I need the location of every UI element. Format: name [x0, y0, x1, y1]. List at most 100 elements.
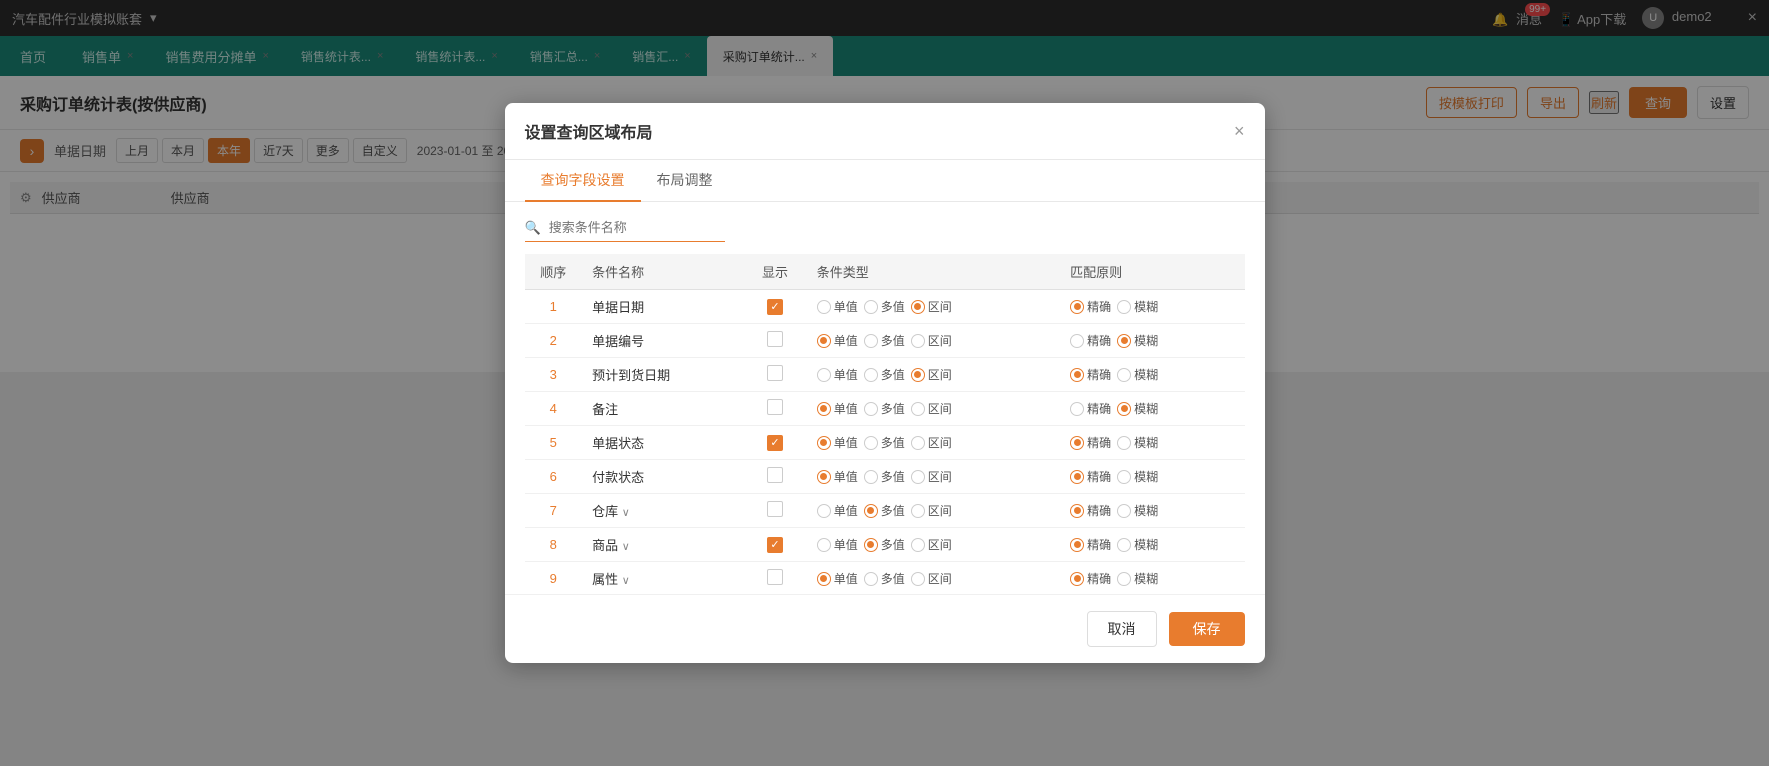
type-radio-item[interactable]: 区间 — [911, 536, 952, 553]
type-radio-item[interactable]: 单值 — [817, 434, 858, 451]
type-radio-item[interactable]: 区间 — [911, 298, 952, 315]
condition-search-box: 🔍 — [525, 218, 725, 242]
row-display-cell — [743, 494, 806, 528]
dialog-close-btn[interactable]: × — [1234, 121, 1245, 142]
table-row: 6付款状态单值多值区间精确模糊 — [525, 460, 1245, 494]
type-radio-item[interactable]: 多值 — [864, 434, 905, 451]
table-row: 1单据日期单值多值区间精确模糊 — [525, 290, 1245, 324]
match-radio-item[interactable]: 精确 — [1070, 468, 1111, 485]
type-radio-item[interactable]: 单值 — [817, 332, 858, 349]
match-radio-item[interactable]: 精确 — [1070, 332, 1111, 349]
radio-circle — [817, 436, 831, 450]
match-radio-item[interactable]: 精确 — [1070, 502, 1111, 519]
match-radio-item[interactable]: 精确 — [1070, 366, 1111, 383]
type-radio-item[interactable]: 单值 — [817, 400, 858, 417]
row-name: 备注 — [582, 392, 743, 426]
type-radio-item[interactable]: 单值 — [817, 298, 858, 315]
type-radio-item[interactable]: 多值 — [864, 570, 905, 587]
row-match-cell: 精确模糊 — [1060, 290, 1244, 324]
type-radio-item[interactable]: 多值 — [864, 332, 905, 349]
th-order: 顺序 — [525, 254, 583, 290]
type-radio-item[interactable]: 单值 — [817, 366, 858, 383]
cancel-btn[interactable]: 取消 — [1087, 611, 1157, 647]
match-radio-item[interactable]: 模糊 — [1117, 298, 1158, 315]
row-name: 单据状态 — [582, 426, 743, 460]
save-btn[interactable]: 保存 — [1169, 612, 1245, 646]
row-name: 属性 ∨ — [582, 562, 743, 595]
type-radio-item[interactable]: 区间 — [911, 332, 952, 349]
type-radio-item[interactable]: 多值 — [864, 366, 905, 383]
match-radio-item[interactable]: 精确 — [1070, 400, 1111, 417]
type-radio-group: 单值多值区间 — [817, 502, 1050, 519]
radio-circle — [817, 300, 831, 314]
match-radio-item[interactable]: 模糊 — [1117, 332, 1158, 349]
table-row: 5单据状态单值多值区间精确模糊 — [525, 426, 1245, 460]
match-radio-item[interactable]: 模糊 — [1117, 366, 1158, 383]
table-row: 2单据编号单值多值区间精确模糊 — [525, 324, 1245, 358]
row-name: 单据日期 — [582, 290, 743, 324]
type-radio-item[interactable]: 区间 — [911, 400, 952, 417]
display-checkbox[interactable] — [767, 399, 783, 415]
match-radio-item[interactable]: 模糊 — [1117, 502, 1158, 519]
type-radio-item[interactable]: 多值 — [864, 468, 905, 485]
display-checkbox[interactable] — [767, 467, 783, 483]
type-radio-group: 单值多值区间 — [817, 434, 1050, 451]
row-name: 付款状态 — [582, 460, 743, 494]
row-type-cell: 单值多值区间 — [807, 290, 1060, 324]
dialog-tab-layout-adjust[interactable]: 布局调整 — [641, 160, 729, 202]
match-radio-item[interactable]: 模糊 — [1117, 570, 1158, 587]
display-checkbox[interactable] — [767, 331, 783, 347]
row-order: 6 — [525, 460, 583, 494]
type-radio-item[interactable]: 区间 — [911, 434, 952, 451]
type-radio-item[interactable]: 区间 — [911, 502, 952, 519]
row-type-cell: 单值多值区间 — [807, 460, 1060, 494]
display-checkbox[interactable] — [767, 501, 783, 517]
display-checkbox[interactable] — [767, 569, 783, 585]
type-radio-group: 单值多值区间 — [817, 536, 1050, 553]
type-radio-item[interactable]: 单值 — [817, 468, 858, 485]
row-type-cell: 单值多值区间 — [807, 324, 1060, 358]
match-radio-item[interactable]: 模糊 — [1117, 468, 1158, 485]
type-radio-item[interactable]: 多值 — [864, 400, 905, 417]
type-radio-group: 单值多值区间 — [817, 570, 1050, 587]
type-radio-item[interactable]: 多值 — [864, 298, 905, 315]
type-radio-item[interactable]: 区间 — [911, 366, 952, 383]
radio-circle — [1117, 368, 1131, 382]
radio-circle — [1070, 572, 1084, 586]
match-radio-item[interactable]: 模糊 — [1117, 434, 1158, 451]
type-radio-item[interactable]: 单值 — [817, 502, 858, 519]
dialog-tab-field-settings[interactable]: 查询字段设置 — [525, 160, 641, 202]
type-radio-item[interactable]: 区间 — [911, 570, 952, 587]
row-display-cell — [743, 324, 806, 358]
dialog-footer: 取消 保存 — [505, 594, 1265, 663]
radio-circle — [1070, 368, 1084, 382]
radio-circle — [864, 436, 878, 450]
type-radio-item[interactable]: 单值 — [817, 570, 858, 587]
type-radio-item[interactable]: 多值 — [864, 536, 905, 553]
dropdown-arrow: ∨ — [622, 541, 630, 553]
row-type-cell: 单值多值区间 — [807, 494, 1060, 528]
display-checkbox[interactable] — [767, 435, 783, 451]
table-row: 9属性 ∨单值多值区间精确模糊 — [525, 562, 1245, 595]
match-radio-group: 精确模糊 — [1070, 366, 1234, 383]
match-radio-item[interactable]: 模糊 — [1117, 536, 1158, 553]
condition-search-input[interactable] — [545, 218, 729, 237]
display-checkbox[interactable] — [767, 365, 783, 381]
match-radio-item[interactable]: 模糊 — [1117, 400, 1158, 417]
match-radio-item[interactable]: 精确 — [1070, 536, 1111, 553]
type-radio-item[interactable]: 多值 — [864, 502, 905, 519]
display-checkbox[interactable] — [767, 299, 783, 315]
radio-circle — [911, 504, 925, 518]
radio-circle — [864, 368, 878, 382]
display-checkbox[interactable] — [767, 537, 783, 553]
match-radio-item[interactable]: 精确 — [1070, 570, 1111, 587]
radio-circle — [1070, 300, 1084, 314]
radio-circle — [864, 538, 878, 552]
type-radio-item[interactable]: 区间 — [911, 468, 952, 485]
match-radio-group: 精确模糊 — [1070, 468, 1234, 485]
match-radio-item[interactable]: 精确 — [1070, 298, 1111, 315]
type-radio-item[interactable]: 单值 — [817, 536, 858, 553]
match-radio-item[interactable]: 精确 — [1070, 434, 1111, 451]
radio-circle — [1117, 436, 1131, 450]
conditions-table-scroll[interactable]: 顺序 条件名称 显示 条件类型 匹配原则 1单据日期单值多值区间精确模糊2单据编… — [525, 254, 1245, 594]
